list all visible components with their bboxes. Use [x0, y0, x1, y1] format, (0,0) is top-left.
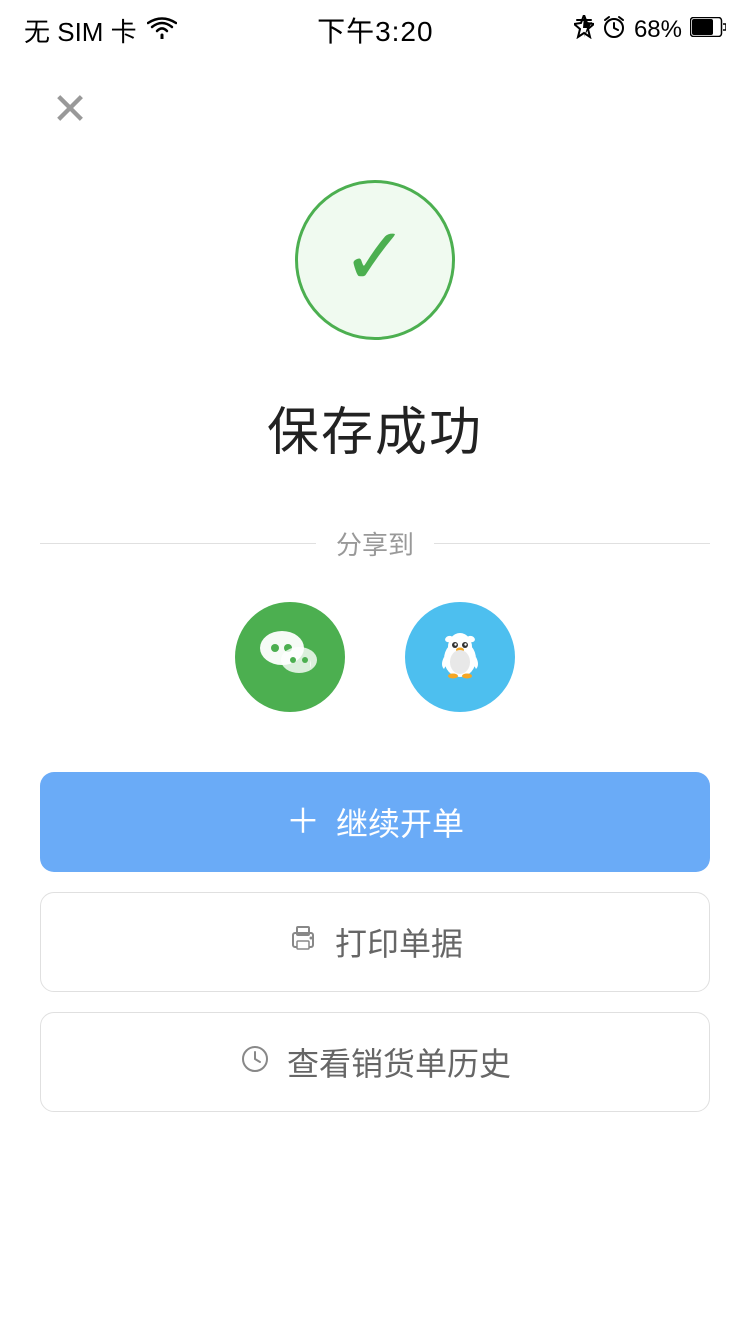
status-left: 无 SIM 卡 [24, 12, 177, 49]
divider-right [434, 543, 710, 544]
history-button-label: 查看销货单历史 [287, 1039, 511, 1085]
continue-button-label: 继续开单 [336, 799, 464, 845]
alarm-icon [602, 15, 626, 46]
close-button-wrap: ✕ [40, 80, 710, 140]
history-button[interactable]: 查看销货单历史 [40, 1012, 710, 1112]
close-button[interactable]: ✕ [40, 80, 100, 140]
wechat-share-button[interactable] [235, 602, 345, 712]
qq-share-button[interactable] [405, 602, 515, 712]
location-icon [574, 15, 594, 46]
checkmark-icon: ✓ [341, 217, 408, 297]
status-right: 68% [574, 15, 726, 46]
continue-button[interactable]: ＋ 继续开单 [40, 772, 710, 872]
main-content: ✕ ✓ 保存成功 分享到 [0, 60, 750, 1334]
battery-icon [690, 16, 726, 44]
status-time: 下午3:20 [317, 10, 434, 50]
print-icon [287, 923, 319, 961]
qq-icon [430, 627, 490, 687]
share-section: 分享到 [40, 525, 710, 712]
plus-icon: ＋ [286, 805, 320, 839]
print-button[interactable]: 打印单据 [40, 892, 710, 992]
success-title: 保存成功 [267, 390, 483, 465]
share-icons [40, 602, 710, 712]
wifi-icon [147, 15, 177, 46]
print-button-label: 打印单据 [335, 919, 463, 965]
close-icon: ✕ [52, 88, 89, 132]
sim-text: 无 SIM 卡 [24, 12, 137, 49]
wechat-icon [255, 622, 325, 692]
divider-left [40, 543, 316, 544]
battery-percent: 68% [634, 16, 682, 44]
clock-icon [239, 1043, 271, 1081]
share-label: 分享到 [336, 525, 414, 562]
share-divider: 分享到 [40, 525, 710, 562]
status-bar: 无 SIM 卡 下午3:20 [0, 0, 750, 60]
success-icon-circle: ✓ [295, 180, 455, 340]
action-buttons: ＋ 继续开单 打印单据 查看销货单历史 [40, 772, 710, 1112]
